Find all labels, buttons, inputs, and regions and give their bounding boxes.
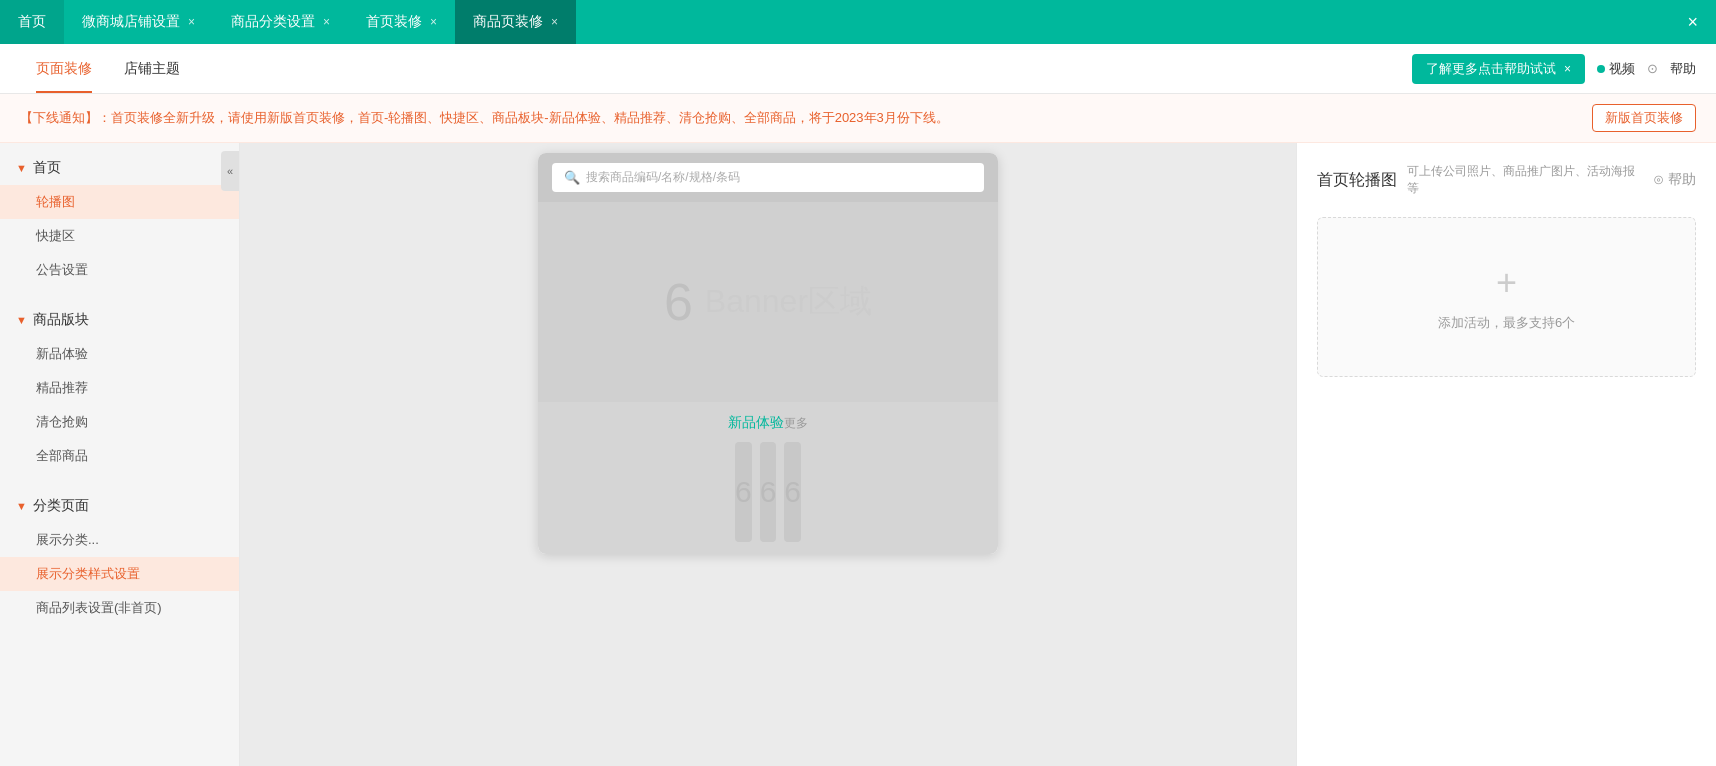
nav-tab-store-settings[interactable]: 微商城店铺设置 × [64,0,213,44]
search-placeholder: 搜索商品编码/名称/规格/条码 [586,169,740,186]
video-button[interactable]: 视频 [1597,60,1635,78]
add-area[interactable]: + 添加活动，最多支持6个 [1317,217,1696,377]
right-help-icon[interactable]: ⊙ 帮助 [1653,171,1696,189]
sidebar-item-show-category[interactable]: 展示分类... [0,523,239,557]
phone-frame: 🔍 搜索商品编码/名称/规格/条码 6 Banner区域 新品体验 更多 6 [538,153,998,554]
right-panel-description: 可上传公司照片、商品推广图片、活动海报等 [1407,163,1643,197]
product-placeholder-2: 6 [760,442,777,542]
nav-tab-store-settings-label: 微商城店铺设置 [82,13,180,31]
sidebar-item-featured-label: 精品推荐 [36,380,88,395]
sidebar-item-new-experience-label: 新品体验 [36,346,88,361]
sidebar-item-notice-label: 公告设置 [36,262,88,277]
help-text[interactable]: 帮助 [1670,60,1696,78]
top-nav: 首页 微商城店铺设置 × 商品分类设置 × 首页装修 × 商品页装修 × × [0,0,1716,44]
notice-text: 【下线通知】：首页装修全新升级，请使用新版首页装修，首页-轮播图、快捷区、商品板… [20,109,1580,127]
sidebar-item-slider[interactable]: 轮播图 [0,185,239,219]
sidebar-collapse-button[interactable]: « [221,151,239,191]
sidebar-item-shortcuts-label: 快捷区 [36,228,75,243]
nav-tab-category-settings[interactable]: 商品分类设置 × [213,0,348,44]
new-home-decorate-button[interactable]: 新版首页装修 [1592,104,1696,132]
nav-tab-product-decorate-close[interactable]: × [551,15,558,29]
sidebar-group-product-block-label: 商品版块 [33,311,89,329]
nav-tab-product-decorate[interactable]: 商品页装修 × [455,0,576,44]
nav-tab-category-settings-label: 商品分类设置 [231,13,315,31]
product-placeholder-3: 6 [784,442,801,542]
help-banner-close[interactable]: × [1564,62,1571,76]
sidebar-item-clearance[interactable]: 清仓抢购 [0,405,239,439]
sidebar-group-category-page-label: 分类页面 [33,497,89,515]
banner-text: Banner区域 [705,280,872,324]
nav-tab-home-decorate-label: 首页装修 [366,13,422,31]
nav-tab-store-settings-close[interactable]: × [188,15,195,29]
nav-tab-home-decorate[interactable]: 首页装修 × [348,0,455,44]
banner-logo-icon: 6 [664,272,693,332]
nav-tab-home-label: 首页 [18,13,46,31]
sidebar-item-category-style[interactable]: 展示分类样式设置 [0,557,239,591]
sub-tab-page-decorate-label: 页面装修 [36,60,92,78]
sidebar-item-product-list-settings-label: 商品列表设置(非首页) [36,600,162,615]
video-dot-icon [1597,65,1605,73]
sub-tab-store-theme-label: 店铺主题 [124,60,180,78]
add-label: 添加活动，最多支持6个 [1438,314,1575,332]
nav-tab-home-decorate-close[interactable]: × [430,15,437,29]
banner-logo: 6 Banner区域 [664,272,872,332]
arrow-category-page-icon: ▼ [16,500,27,512]
product-grid: 6 6 6 [735,442,801,542]
sidebar-item-category-style-label: 展示分类样式设置 [36,566,140,581]
sub-header: 页面装修 店铺主题 了解更多点击帮助试试 × 视频 ⊙ 帮助 [0,44,1716,94]
sub-tab-page-decorate[interactable]: 页面装修 [20,44,108,93]
help-banner[interactable]: 了解更多点击帮助试试 × [1412,54,1585,84]
center-preview: 🔍 搜索商品编码/名称/规格/条码 6 Banner区域 新品体验 更多 6 [240,143,1296,766]
sidebar: « ▼ 首页 轮播图 快捷区 公告设置 ▼ 商品版块 新品体验 [0,143,240,766]
product-placeholder-1: 6 [735,442,752,542]
arrow-home-icon: ▼ [16,162,27,174]
nav-tab-product-decorate-label: 商品页装修 [473,13,543,31]
sidebar-item-all-products[interactable]: 全部商品 [0,439,239,473]
sidebar-item-featured[interactable]: 精品推荐 [0,371,239,405]
sub-tab-store-theme[interactable]: 店铺主题 [108,44,196,93]
sidebar-item-product-list-settings[interactable]: 商品列表设置(非首页) [0,591,239,625]
sidebar-group-home-label: 首页 [33,159,61,177]
product-section-title: 新品体验 [728,414,784,432]
product-section: 新品体验 更多 6 6 6 [538,402,998,554]
phone-search-input[interactable]: 🔍 搜索商品编码/名称/规格/条码 [552,163,984,192]
sidebar-item-slider-label: 轮播图 [36,194,75,209]
product-section-header: 新品体验 更多 [728,414,808,432]
banner-area: 6 Banner区域 [538,202,998,402]
right-panel-header: 首页轮播图 可上传公司照片、商品推广图片、活动海报等 ⊙ 帮助 [1317,163,1696,197]
nav-tab-category-settings-close[interactable]: × [323,15,330,29]
product-section-more: 更多 [784,415,808,432]
right-panel: 首页轮播图 可上传公司照片、商品推广图片、活动海报等 ⊙ 帮助 + 添加活动，最… [1296,143,1716,766]
sidebar-item-new-experience[interactable]: 新品体验 [0,337,239,371]
video-label: 视频 [1609,60,1635,78]
sidebar-group-product-block[interactable]: ▼ 商品版块 [0,303,239,337]
search-icon: 🔍 [564,170,580,185]
phone-search-bar: 🔍 搜索商品编码/名称/规格/条码 [538,153,998,202]
sidebar-section-category-page: ▼ 分类页面 展示分类... 展示分类样式设置 商品列表设置(非首页) [0,481,239,633]
sidebar-item-show-category-label: 展示分类... [36,532,99,547]
help-icon: ⊙ [1647,61,1658,76]
sidebar-section-product-block: ▼ 商品版块 新品体验 精品推荐 清仓抢购 全部商品 [0,295,239,481]
sidebar-item-shortcuts[interactable]: 快捷区 [0,219,239,253]
sidebar-item-clearance-label: 清仓抢购 [36,414,88,429]
sidebar-item-all-products-label: 全部商品 [36,448,88,463]
sub-header-right: 了解更多点击帮助试试 × 视频 ⊙ 帮助 [1412,54,1696,84]
sidebar-item-notice[interactable]: 公告设置 [0,253,239,287]
main-layout: « ▼ 首页 轮播图 快捷区 公告设置 ▼ 商品版块 新品体验 [0,143,1716,766]
nav-close-all-button[interactable]: × [1669,0,1716,44]
add-icon: + [1496,262,1517,304]
right-panel-title: 首页轮播图 [1317,170,1397,191]
nav-tab-home[interactable]: 首页 [0,0,64,44]
sidebar-section-home: ▼ 首页 轮播图 快捷区 公告设置 [0,143,239,295]
help-banner-text: 了解更多点击帮助试试 [1426,60,1556,78]
notice-bar: 【下线通知】：首页装修全新升级，请使用新版首页装修，首页-轮播图、快捷区、商品板… [0,94,1716,143]
sidebar-group-category-page[interactable]: ▼ 分类页面 [0,489,239,523]
arrow-product-block-icon: ▼ [16,314,27,326]
sidebar-group-home[interactable]: ▼ 首页 [0,151,239,185]
